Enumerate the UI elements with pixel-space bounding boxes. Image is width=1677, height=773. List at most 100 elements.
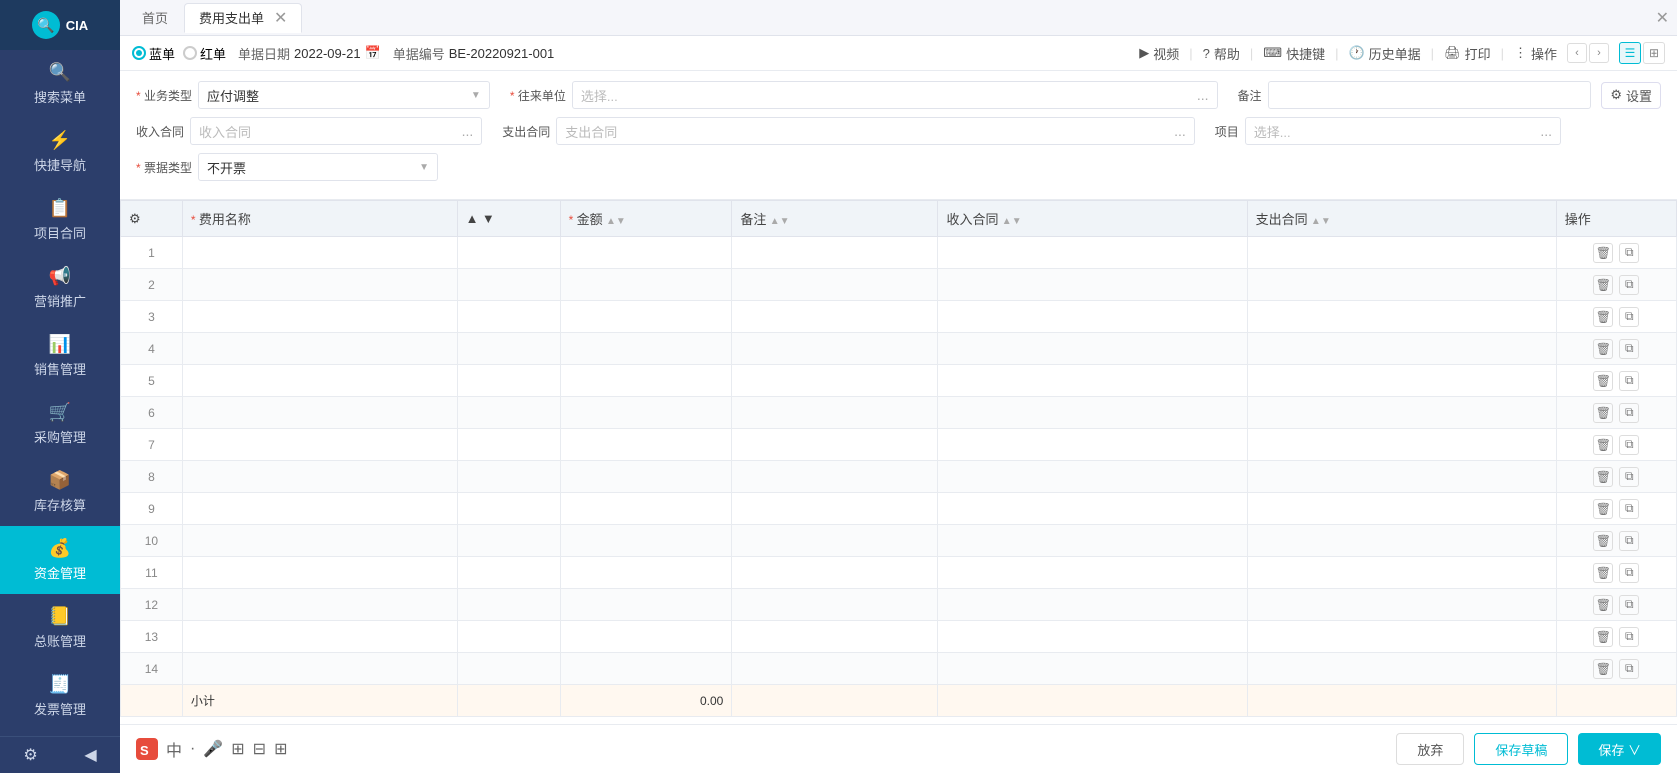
tab-close-expense[interactable]: ✕ bbox=[274, 8, 287, 28]
sidebar-item-project-contract[interactable]: 📋 项目合同 bbox=[0, 186, 120, 254]
income-contract-sort-icon[interactable]: ▲▼ bbox=[1002, 216, 1022, 227]
expense-name-cell[interactable] bbox=[182, 301, 457, 333]
expense-contract-input[interactable]: 支出合同 ... bbox=[556, 117, 1194, 145]
mic-icon[interactable]: 🎤 bbox=[203, 739, 223, 759]
income-contract-cell[interactable] bbox=[938, 525, 1247, 557]
sidebar-item-invoice[interactable]: 🧾 发票管理 bbox=[0, 662, 120, 730]
sidebar-item-ledger[interactable]: 📒 总账管理 bbox=[0, 594, 120, 662]
grid-icon[interactable]: ⊞ bbox=[274, 739, 287, 759]
copy-row-btn[interactable]: ⧉ bbox=[1619, 435, 1639, 455]
expense-name-cell[interactable] bbox=[182, 269, 457, 301]
sidebar-item-inventory[interactable]: 📦 库存核算 bbox=[0, 458, 120, 526]
sidebar-item-sales[interactable]: 📊 销售管理 bbox=[0, 322, 120, 390]
sidebar-item-shortcut[interactable]: ⚡ 快捷导航 bbox=[0, 118, 120, 186]
delete-row-btn[interactable]: 🗑 bbox=[1593, 435, 1613, 455]
income-contract-input[interactable]: 收入合同 ... bbox=[190, 117, 482, 145]
amount-cell[interactable] bbox=[560, 237, 732, 269]
delete-row-btn[interactable]: 🗑 bbox=[1593, 339, 1613, 359]
note-cell[interactable] bbox=[732, 301, 938, 333]
note-input[interactable] bbox=[1268, 81, 1592, 109]
copy-row-btn[interactable]: ⧉ bbox=[1619, 371, 1639, 391]
amount-cell[interactable] bbox=[560, 269, 732, 301]
copy-row-btn[interactable]: ⧉ bbox=[1619, 531, 1639, 551]
expense-name-cell[interactable] bbox=[182, 557, 457, 589]
delete-row-btn[interactable]: 🗑 bbox=[1593, 307, 1613, 327]
save-draft-button[interactable]: 保存草稿 bbox=[1474, 733, 1568, 765]
delete-row-btn[interactable]: 🗑 bbox=[1593, 371, 1613, 391]
sidebar-item-marketing[interactable]: 📢 营销推广 bbox=[0, 254, 120, 322]
expense-contract-cell[interactable] bbox=[1247, 301, 1556, 333]
expense-contract-cell[interactable] bbox=[1247, 461, 1556, 493]
project-input[interactable]: 选择... ... bbox=[1245, 117, 1561, 145]
amount-cell[interactable] bbox=[560, 525, 732, 557]
amount-cell[interactable] bbox=[560, 333, 732, 365]
expense-contract-sort-icon[interactable]: ▲▼ bbox=[1311, 216, 1331, 227]
operation-btn[interactable]: ⋮ 操作 bbox=[1514, 44, 1557, 63]
note-cell[interactable] bbox=[732, 429, 938, 461]
income-contract-cell[interactable] bbox=[938, 461, 1247, 493]
expense-contract-cell[interactable] bbox=[1247, 397, 1556, 429]
copy-row-btn[interactable]: ⧉ bbox=[1619, 595, 1639, 615]
grid-view-btn[interactable]: ⊞ bbox=[1643, 42, 1665, 64]
note-cell[interactable] bbox=[732, 461, 938, 493]
amount-cell[interactable] bbox=[560, 301, 732, 333]
amount-cell[interactable] bbox=[560, 493, 732, 525]
sort-down-icon[interactable]: ▼ bbox=[482, 211, 495, 226]
help-btn[interactable]: ? 帮助 bbox=[1203, 44, 1240, 63]
copy-row-btn[interactable]: ⧉ bbox=[1619, 243, 1639, 263]
radio-blue[interactable]: 蓝单 bbox=[132, 44, 175, 63]
amount-sort-icon[interactable]: ▲▼ bbox=[606, 216, 626, 227]
amount-cell[interactable] bbox=[560, 429, 732, 461]
note-cell[interactable] bbox=[732, 269, 938, 301]
collapse-btn[interactable]: ◀ bbox=[84, 745, 96, 765]
income-contract-cell[interactable] bbox=[938, 333, 1247, 365]
note-cell[interactable] bbox=[732, 493, 938, 525]
sidebar-item-capital[interactable]: 💰 资金管理 bbox=[0, 526, 120, 594]
shortcut-key-btn[interactable]: ⌨ 快捷键 bbox=[1263, 44, 1325, 63]
expense-contract-cell[interactable] bbox=[1247, 589, 1556, 621]
note-cell[interactable] bbox=[732, 397, 938, 429]
income-contract-cell[interactable] bbox=[938, 397, 1247, 429]
note-cell[interactable] bbox=[732, 333, 938, 365]
delete-row-btn[interactable]: 🗑 bbox=[1593, 403, 1613, 423]
note-cell[interactable] bbox=[732, 557, 938, 589]
income-contract-cell[interactable] bbox=[938, 429, 1247, 461]
delete-row-btn[interactable]: 🗑 bbox=[1593, 563, 1613, 583]
delete-row-btn[interactable]: 🗑 bbox=[1593, 627, 1613, 647]
income-contract-cell[interactable] bbox=[938, 301, 1247, 333]
income-contract-cell[interactable] bbox=[938, 269, 1247, 301]
abandon-button[interactable]: 放弃 bbox=[1396, 733, 1464, 765]
income-contract-cell[interactable] bbox=[938, 653, 1247, 685]
sidebar-item-search[interactable]: 🔍 搜索菜单 bbox=[0, 50, 120, 118]
col-settings-header[interactable]: ⚙ bbox=[121, 201, 183, 237]
settings-bottom-btn[interactable]: ⚙ bbox=[23, 745, 37, 765]
expense-name-cell[interactable] bbox=[182, 429, 457, 461]
note-sort-icon[interactable]: ▲▼ bbox=[770, 216, 790, 227]
layout-icon[interactable]: ⊟ bbox=[253, 739, 266, 759]
amount-cell[interactable] bbox=[560, 589, 732, 621]
note-cell[interactable] bbox=[732, 525, 938, 557]
delete-row-btn[interactable]: 🗑 bbox=[1593, 531, 1613, 551]
delete-row-btn[interactable]: 🗑 bbox=[1593, 275, 1613, 295]
expense-contract-cell[interactable] bbox=[1247, 365, 1556, 397]
expense-contract-cell[interactable] bbox=[1247, 269, 1556, 301]
note-cell[interactable] bbox=[732, 653, 938, 685]
expense-name-cell[interactable] bbox=[182, 621, 457, 653]
copy-row-btn[interactable]: ⧉ bbox=[1619, 339, 1639, 359]
tab-expense[interactable]: 费用支出单 ✕ bbox=[184, 3, 302, 33]
expense-contract-cell[interactable] bbox=[1247, 525, 1556, 557]
amount-cell[interactable] bbox=[560, 621, 732, 653]
list-view-btn[interactable]: ☰ bbox=[1619, 42, 1641, 64]
copy-row-btn[interactable]: ⧉ bbox=[1619, 307, 1639, 327]
amount-cell[interactable] bbox=[560, 397, 732, 429]
project-dots-btn[interactable]: ... bbox=[1540, 123, 1552, 139]
expense-contract-cell[interactable] bbox=[1247, 237, 1556, 269]
copy-row-btn[interactable]: ⧉ bbox=[1619, 467, 1639, 487]
expense-contract-cell[interactable] bbox=[1247, 429, 1556, 461]
sort-up-icon[interactable]: ▲ bbox=[466, 211, 479, 226]
window-close-btn[interactable]: ✕ bbox=[1656, 8, 1669, 28]
counterpart-dots-btn[interactable]: ... bbox=[1197, 87, 1209, 103]
note-cell[interactable] bbox=[732, 237, 938, 269]
calendar-icon[interactable]: 📅 bbox=[365, 45, 381, 61]
expense-name-cell[interactable] bbox=[182, 525, 457, 557]
